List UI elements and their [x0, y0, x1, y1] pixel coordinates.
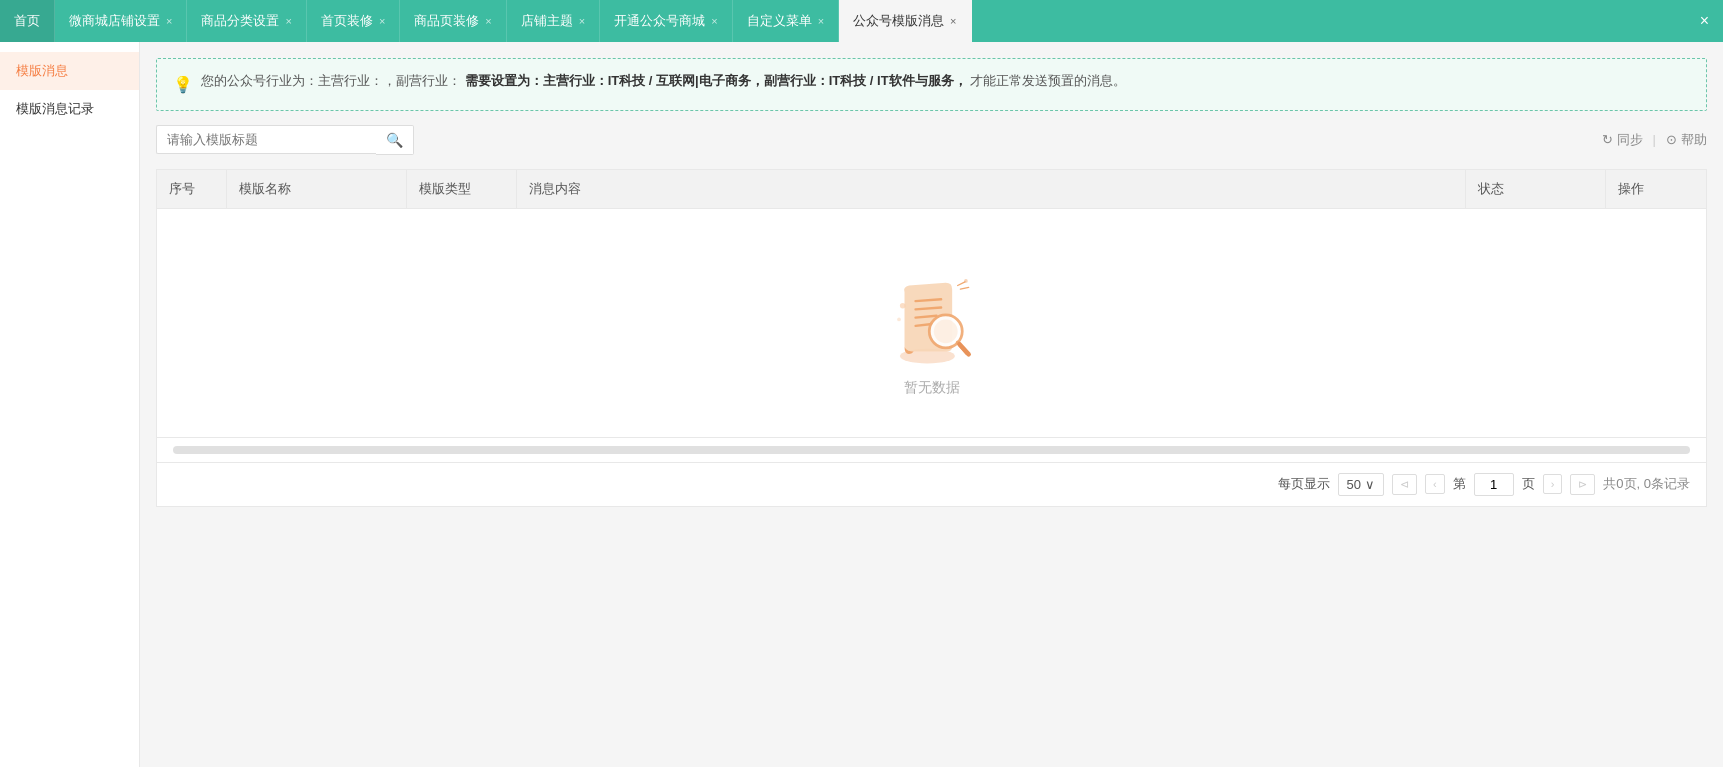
- help-icon: ⊙: [1666, 132, 1677, 147]
- nav-tab-product-decor-label: 商品页装修: [414, 12, 479, 30]
- divider: |: [1653, 132, 1656, 147]
- nav-tab-open-mall-close[interactable]: ×: [711, 15, 717, 27]
- sidebar-item-template-msg[interactable]: 模版消息: [0, 52, 139, 90]
- empty-illustration: [877, 269, 987, 379]
- nav-tab-weishop-label: 微商城店铺设置: [69, 12, 160, 30]
- nav-tab-weishop[interactable]: 微商城店铺设置 ×: [55, 0, 187, 42]
- main-content: 💡 您的公众号行业为：主营行业：，副营行业： 需要设置为：主营行业：IT科技 /…: [140, 42, 1723, 767]
- top-nav: 首页 微商城店铺设置 × 商品分类设置 × 首页装修 × 商品页装修 × 店铺主…: [0, 0, 1723, 42]
- svg-line-11: [957, 281, 964, 285]
- nav-tab-home-decor[interactable]: 首页装修 ×: [307, 0, 400, 42]
- nav-tab-product-decor[interactable]: 商品页装修 ×: [400, 0, 506, 42]
- page-label-after: 页: [1522, 475, 1535, 493]
- col-index: 序号: [157, 170, 227, 208]
- page-number-input[interactable]: [1474, 473, 1514, 496]
- nav-tab-custom-menu-close[interactable]: ×: [818, 15, 824, 27]
- search-button[interactable]: 🔍: [376, 125, 414, 155]
- nav-tab-category-close[interactable]: ×: [285, 15, 291, 27]
- empty-state: 暂无数据: [157, 209, 1706, 437]
- nav-tab-category-label: 商品分类设置: [201, 12, 279, 30]
- last-page-button[interactable]: ⊳: [1570, 474, 1595, 495]
- nav-tab-open-mall[interactable]: 开通公众号商城 ×: [600, 0, 732, 42]
- svg-point-9: [899, 303, 905, 309]
- search-input[interactable]: [156, 125, 376, 154]
- nav-tab-custom-menu[interactable]: 自定义菜单 ×: [733, 0, 839, 42]
- svg-point-13: [964, 279, 968, 283]
- nav-tab-custom-menu-label: 自定义菜单: [747, 12, 812, 30]
- col-type: 模版类型: [407, 170, 517, 208]
- table-header: 序号 模版名称 模版类型 消息内容 状态 操作: [157, 170, 1706, 209]
- nav-tab-open-mall-label: 开通公众号商城: [614, 12, 705, 30]
- search-area: 🔍: [156, 125, 414, 155]
- sync-icon: ↻: [1602, 132, 1613, 147]
- notice-box: 💡 您的公众号行业为：主营行业：，副营行业： 需要设置为：主营行业：IT科技 /…: [156, 58, 1707, 111]
- notice-text: 您的公众号行业为：主营行业：，副营行业： 需要设置为：主营行业：IT科技 / 互…: [201, 71, 1126, 92]
- nav-tab-shop-theme[interactable]: 店铺主题 ×: [507, 0, 600, 42]
- chevron-down-icon: ∨: [1365, 477, 1375, 492]
- nav-tab-shop-theme-label: 店铺主题: [521, 12, 573, 30]
- nav-tab-home-decor-label: 首页装修: [321, 12, 373, 30]
- first-page-button[interactable]: ⊲: [1392, 474, 1417, 495]
- toolbar-right: ↻ 同步 | ⊙ 帮助: [1602, 131, 1707, 149]
- pagination: 每页显示 50 ∨ ⊲ ‹ 第 页 › ⊳ 共0页, 0条记录: [157, 462, 1706, 506]
- nav-tab-weishop-close[interactable]: ×: [166, 15, 172, 27]
- svg-line-12: [960, 287, 968, 289]
- sidebar-item-template-msg-log[interactable]: 模版消息记录: [0, 90, 139, 128]
- svg-point-6: [933, 319, 957, 343]
- help-button[interactable]: ⊙ 帮助: [1666, 131, 1707, 149]
- nav-tab-product-decor-close[interactable]: ×: [485, 15, 491, 27]
- total-info: 共0页, 0条记录: [1603, 475, 1690, 493]
- col-name: 模版名称: [227, 170, 407, 208]
- main-layout: 模版消息 模版消息记录 💡 您的公众号行业为：主营行业：，副营行业： 需要设置为…: [0, 42, 1723, 767]
- data-table: 序号 模版名称 模版类型 消息内容 状态 操作: [156, 169, 1707, 507]
- col-content: 消息内容: [517, 170, 1466, 208]
- page-size-label: 每页显示: [1278, 475, 1330, 493]
- toolbar: 🔍 ↻ 同步 | ⊙ 帮助: [156, 125, 1707, 155]
- nav-tab-template-msg-label: 公众号模版消息: [853, 12, 944, 30]
- nav-tab-shop-theme-close[interactable]: ×: [579, 15, 585, 27]
- search-icon: 🔍: [386, 132, 403, 148]
- sidebar: 模版消息 模版消息记录: [0, 42, 140, 767]
- nav-tab-home[interactable]: 首页: [0, 0, 55, 42]
- nav-tab-category[interactable]: 商品分类设置 ×: [187, 0, 306, 42]
- next-page-button[interactable]: ›: [1543, 474, 1563, 494]
- page-size-select[interactable]: 50 ∨: [1338, 473, 1384, 496]
- horizontal-scrollbar[interactable]: [173, 446, 1690, 454]
- nav-tab-home-decor-close[interactable]: ×: [379, 15, 385, 27]
- col-status: 状态: [1466, 170, 1606, 208]
- page-label-before: 第: [1453, 475, 1466, 493]
- empty-text: 暂无数据: [904, 379, 960, 397]
- nav-tab-home-label: 首页: [14, 12, 40, 30]
- nav-tab-template-msg[interactable]: 公众号模版消息 ×: [839, 0, 971, 42]
- notice-icon: 💡: [173, 72, 193, 98]
- svg-point-10: [897, 317, 901, 321]
- nav-tab-template-msg-close[interactable]: ×: [950, 15, 956, 27]
- close-all-tabs-button[interactable]: ×: [1700, 12, 1709, 30]
- sync-button[interactable]: ↻ 同步: [1602, 131, 1643, 149]
- prev-page-button[interactable]: ‹: [1425, 474, 1445, 494]
- col-action: 操作: [1606, 170, 1706, 208]
